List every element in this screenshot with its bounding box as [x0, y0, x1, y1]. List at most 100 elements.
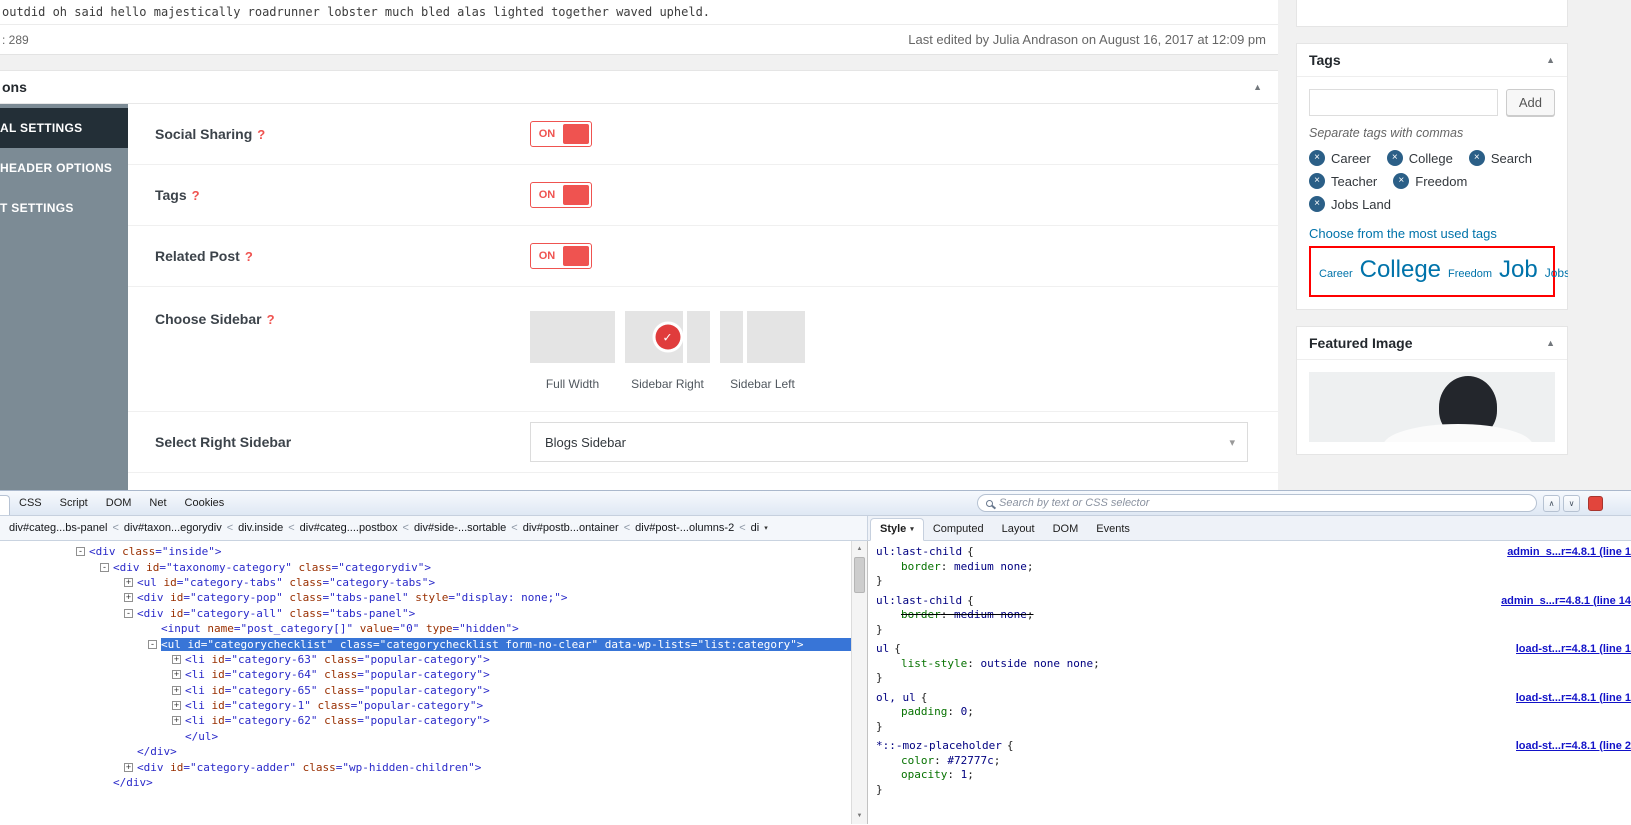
css-property[interactable]: list-style: outside none none; [876, 657, 1631, 672]
expander-icon[interactable]: + [124, 593, 133, 603]
style-panel-tab-computed[interactable]: Computed [924, 519, 993, 540]
featured-image-header[interactable]: Featured Image ▲ [1297, 327, 1567, 361]
devtools-tab-dom[interactable]: DOM [97, 497, 141, 509]
scrollbar-thumb[interactable] [854, 557, 865, 593]
css-source-link[interactable]: load-st...r=4.8.1 (line 1 [1516, 691, 1631, 706]
expander-icon[interactable]: + [172, 701, 181, 711]
remove-tag-icon[interactable]: × [1393, 173, 1410, 189]
dom-tree-node[interactable]: </ul> [0, 729, 851, 744]
featured-image-thumbnail[interactable] [1309, 372, 1555, 443]
dom-tree-node[interactable]: + <div id="category-pop" class="tabs-pane… [0, 590, 851, 605]
dom-tree-node[interactable]: </div> [0, 775, 851, 790]
add-tag-button[interactable]: Add [1505, 89, 1555, 116]
expander-icon[interactable]: - [124, 608, 133, 618]
css-property[interactable]: padding: 0; [876, 705, 1631, 720]
expander-icon[interactable]: + [172, 685, 181, 695]
tags-toggle[interactable]: ON [530, 182, 592, 208]
css-selector[interactable]: ul:last-child [876, 545, 962, 560]
breadcrumb-item[interactable]: div#postb...ontainer [520, 522, 622, 534]
dom-tree-node[interactable]: </div> [0, 744, 851, 759]
tags-metabox-header[interactable]: Tags ▲ [1297, 44, 1567, 77]
options-sidebar-tab[interactable]: HEADER OPTIONS [0, 148, 128, 188]
collapse-arrow-icon[interactable]: ▲ [1253, 82, 1262, 92]
style-panel-tab-layout[interactable]: Layout [993, 519, 1044, 540]
expander-icon[interactable]: + [124, 577, 133, 587]
expander-icon[interactable]: - [100, 562, 109, 572]
breadcrumb-item[interactable]: div.inside [235, 522, 286, 534]
help-icon[interactable]: ? [257, 127, 265, 142]
dom-tree-node[interactable]: + <div id="category-adder" class="wp-hidd… [0, 759, 851, 774]
right-sidebar-select[interactable]: Blogs Sidebar ▾ [530, 422, 1248, 462]
css-selector[interactable]: ul [876, 642, 889, 657]
css-source-link[interactable]: load-st...r=4.8.1 (line 1 [1516, 642, 1631, 657]
help-icon[interactable]: ? [192, 188, 200, 203]
css-selector[interactable]: *::-moz-placeholder [876, 739, 1002, 754]
breadcrumb-item[interactable]: div#categ....postbox [297, 522, 401, 534]
dom-tree-node[interactable]: + <li id="category-63" class="popular-cat… [0, 652, 851, 667]
style-panel-tab-events[interactable]: Events [1087, 519, 1139, 540]
dom-tree-node[interactable]: + <ul id="category-tabs" class="category-… [0, 575, 851, 590]
css-property[interactable]: border: medium none; [876, 560, 1631, 575]
dom-tree-node[interactable]: - <div class="inside"> [0, 544, 851, 559]
sidebar-option-right[interactable]: ✓ Sidebar Right [625, 311, 710, 391]
tag-cloud-item[interactable]: College [1360, 256, 1441, 283]
remove-tag-icon[interactable]: × [1309, 173, 1325, 189]
tab-html-partial[interactable] [0, 495, 10, 515]
breadcrumb-item[interactable]: di [748, 522, 763, 534]
related-post-toggle[interactable]: ON [530, 243, 592, 269]
dom-tree-node[interactable]: + <li id="category-64" class="popular-cat… [0, 667, 851, 682]
expander-icon[interactable]: + [172, 716, 181, 726]
search-next-button[interactable]: ∨ [1563, 494, 1580, 512]
dom-tree-node[interactable]: + <li id="category-65" class="popular-cat… [0, 683, 851, 698]
scrollbar-up-arrow[interactable]: ▲ [852, 541, 867, 557]
dom-tree-node[interactable]: - <ul id="categorychecklist" class="categ… [0, 636, 851, 651]
most-used-tags-link[interactable]: Choose from the most used tags [1309, 226, 1555, 241]
dom-tree-node[interactable]: <input name="post_category[]" value="0" … [0, 621, 851, 636]
sidebar-option-full-width[interactable]: Full Width [530, 311, 615, 391]
css-property[interactable]: border: medium none; [876, 608, 1631, 623]
social-sharing-toggle[interactable]: ON [530, 121, 592, 147]
css-property[interactable]: opacity: 1; [876, 768, 1631, 783]
help-icon[interactable]: ? [245, 249, 253, 264]
tag-cloud-item[interactable]: Freedom [1448, 268, 1492, 280]
dom-tree-node[interactable]: - <div id="taxonomy-category" class="cate… [0, 559, 851, 574]
collapse-arrow-icon[interactable]: ▲ [1546, 55, 1555, 65]
collapse-arrow-icon[interactable]: ▲ [1546, 338, 1555, 348]
devtools-tab-net[interactable]: Net [140, 497, 175, 509]
devtools-tab-cookies[interactable]: Cookies [176, 497, 234, 509]
scrollbar[interactable]: ▲ ▼ [851, 541, 867, 824]
tag-cloud-item[interactable]: Job [1499, 256, 1538, 283]
tag-cloud-item[interactable]: Career [1319, 268, 1353, 280]
expander-icon[interactable]: + [124, 762, 133, 772]
options-sidebar-tab[interactable]: T SETTINGS [0, 188, 128, 228]
css-source-link[interactable]: admin_s...r=4.8.1 (line 1 [1507, 545, 1631, 560]
new-tag-input[interactable] [1309, 89, 1498, 116]
editor-content-text[interactable]: outdid oh said hello majestically roadru… [0, 0, 1278, 25]
devtools-tab-css[interactable]: CSS [10, 497, 51, 509]
sidebar-option-left[interactable]: Sidebar Left [720, 311, 805, 391]
search-prev-button[interactable]: ∧ [1543, 494, 1560, 512]
expander-icon[interactable]: + [172, 654, 181, 664]
dom-tree-node[interactable]: + <li id="category-62" class="popular-cat… [0, 713, 851, 728]
remove-tag-icon[interactable]: × [1386, 150, 1403, 166]
search-input[interactable] [999, 497, 1528, 509]
scrollbar-down-arrow[interactable]: ▼ [852, 808, 867, 824]
options-panel-header[interactable]: ons ▲ [0, 71, 1278, 104]
css-selector[interactable]: ol, ul [876, 691, 916, 706]
expander-icon[interactable]: + [172, 670, 181, 680]
css-source-link[interactable]: admin_s...r=4.8.1 (line 14 [1501, 594, 1631, 609]
tag-cloud-item[interactable]: Jobs [1545, 266, 1568, 280]
breadcrumb-item[interactable]: div#side-...sortable [411, 522, 509, 534]
expander-icon[interactable]: - [76, 547, 85, 557]
breadcrumb-item[interactable]: div#categ...bs-panel [6, 522, 110, 534]
dom-tree-node[interactable]: - <div id="category-all" class="tabs-pane… [0, 606, 851, 621]
expander-icon[interactable]: - [148, 639, 157, 649]
remove-tag-icon[interactable]: × [1309, 150, 1325, 166]
css-selector[interactable]: ul:last-child [876, 594, 962, 609]
dom-tree-node[interactable]: + <li id="category-1" class="popular-cate… [0, 698, 851, 713]
breadcrumb-item[interactable]: div#post-...olumns-2 [632, 522, 737, 534]
devtools-tab-script[interactable]: Script [51, 497, 97, 509]
breadcrumb-item[interactable]: div#taxon...egorydiv [121, 522, 225, 534]
css-property[interactable]: color: #72777c; [876, 754, 1631, 769]
style-panel-tab-style[interactable]: Style ▾ [870, 518, 924, 541]
